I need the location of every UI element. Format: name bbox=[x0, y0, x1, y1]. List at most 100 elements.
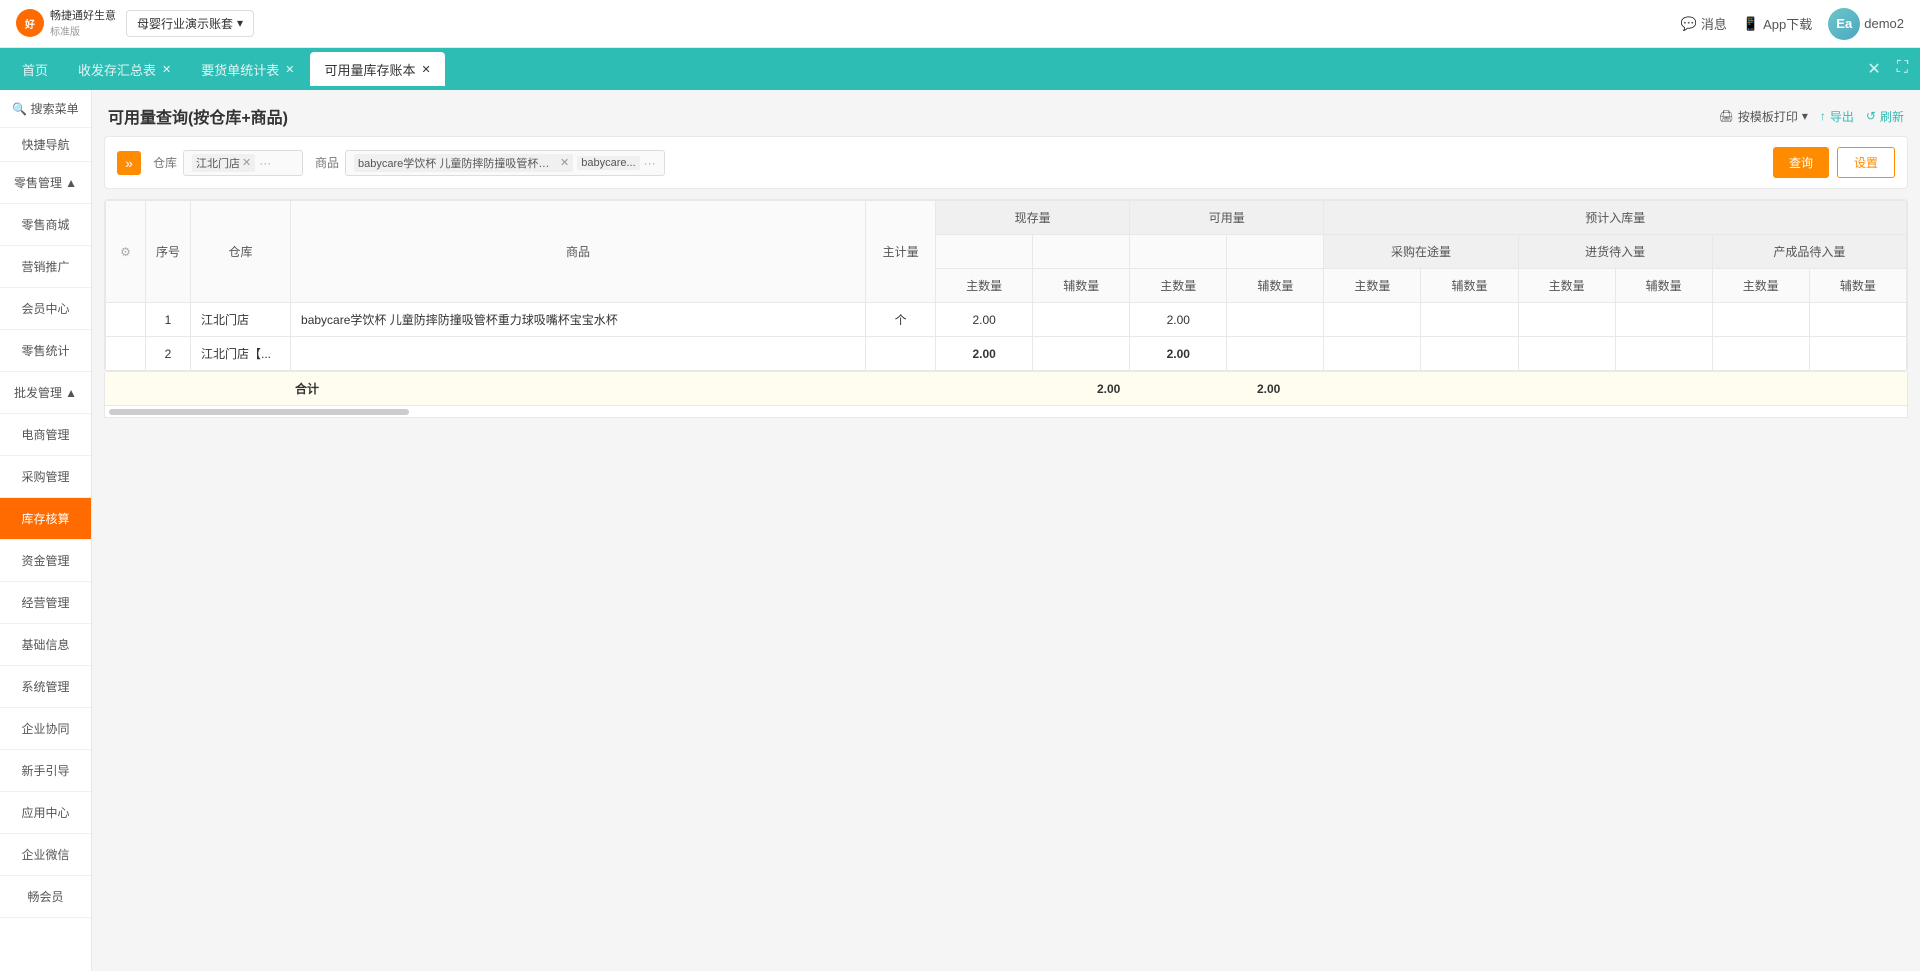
tab-fullscreen-btn[interactable]: ⛶ bbox=[1893, 55, 1912, 83]
filter-toggle-btn[interactable]: » bbox=[117, 151, 141, 175]
sidebar-item-member[interactable]: 会员中心 bbox=[0, 288, 91, 330]
tab-inventory[interactable]: 可用量库存账本 ✕ bbox=[310, 52, 444, 86]
th-warehouse-label: 仓库 bbox=[229, 245, 253, 259]
th-purchase-transit-group: 采购在途量 bbox=[1324, 235, 1518, 269]
tab-receive-close[interactable]: ✕ bbox=[162, 63, 171, 76]
warehouse-tag: 江北门店 ✕ bbox=[192, 154, 255, 172]
scroll-thumb[interactable] bbox=[109, 409, 409, 415]
summary-avail-main: 2.00 bbox=[1257, 382, 1337, 396]
table-settings-icon[interactable]: ⚙ bbox=[120, 245, 131, 259]
print-btn[interactable]: 🖨 按模板打印 ▾ bbox=[1719, 108, 1808, 125]
tab-close-all-btn[interactable]: ✕ bbox=[1863, 55, 1884, 83]
th-num-label: 序号 bbox=[156, 245, 180, 259]
sidebar-quick-nav-label: 快捷导航 bbox=[21, 138, 69, 152]
tab-receive[interactable]: 收发存汇总表 ✕ bbox=[64, 52, 185, 86]
sidebar-ecommerce-label: 电商管理 bbox=[21, 426, 69, 443]
summary-row: 合计 2.00 2.00 bbox=[104, 372, 1908, 406]
th-purchase-main: 主数量 bbox=[1324, 269, 1421, 303]
settings-button[interactable]: 设置 bbox=[1837, 147, 1895, 178]
tab-order-close[interactable]: ✕ bbox=[285, 63, 294, 76]
top-bar: 好 畅捷通好生意 标准版 母婴行业演示账套 ▾ 💬 消息 📱 App下载 Ea … bbox=[0, 0, 1920, 48]
tab-receive-label: 收发存汇总表 bbox=[78, 60, 156, 79]
tab-bar: 首页 收发存汇总表 ✕ 要货单统计表 ✕ 可用量库存账本 ✕ ✕ ⛶ bbox=[0, 48, 1920, 90]
goods-filter-more[interactable]: ··· bbox=[644, 156, 656, 170]
cell-goods-1: babycare学饮杯 儿童防摔防撞吸管杯重力球吸嘴杯宝宝水杯 bbox=[291, 303, 866, 337]
user-menu[interactable]: Ea demo2 bbox=[1828, 8, 1904, 40]
cell-stock-sub-2 bbox=[1033, 337, 1130, 371]
th-warehouse: 仓库 bbox=[191, 201, 291, 303]
sidebar: 🔍 搜索菜单 快捷导航 零售管理 ▲ 零售商城 营销推广 会员中心 零售统计 批… bbox=[0, 90, 92, 971]
th-avail-sub: 辅数量 bbox=[1227, 269, 1324, 303]
sidebar-item-ecommerce[interactable]: 电商管理 bbox=[0, 414, 91, 456]
th-goods-label: 商品 bbox=[566, 245, 590, 259]
sidebar-item-corp-wechat[interactable]: 企业微信 bbox=[0, 834, 91, 876]
sidebar-item-marketing[interactable]: 营销推广 bbox=[0, 246, 91, 288]
th-stock-sub-label: 辅数量 bbox=[1063, 279, 1099, 293]
sidebar-member-label: 会员中心 bbox=[21, 300, 69, 317]
cell-incoming-main-1 bbox=[1518, 303, 1615, 337]
chevron-icon: ▲ bbox=[65, 176, 77, 190]
mobile-icon: 📱 bbox=[1743, 16, 1759, 32]
th-incoming-wait-label: 进货待入量 bbox=[1585, 245, 1645, 259]
sidebar-item-retail-stats[interactable]: 零售统计 bbox=[0, 330, 91, 372]
sidebar-item-retail-mall[interactable]: 零售商城 bbox=[0, 204, 91, 246]
sidebar-item-operations[interactable]: 经营管理 bbox=[0, 582, 91, 624]
th-purchase-transit-label: 采购在途量 bbox=[1391, 245, 1451, 259]
query-button[interactable]: 查询 bbox=[1773, 147, 1829, 178]
sidebar-search[interactable]: 🔍 搜索菜单 bbox=[0, 90, 91, 128]
sidebar-item-wholesale[interactable]: 批发管理 ▲ bbox=[0, 372, 91, 414]
sidebar-item-newbie[interactable]: 新手引导 bbox=[0, 750, 91, 792]
chevron-down-icon: ▾ bbox=[237, 16, 243, 30]
sidebar-system-label: 系统管理 bbox=[21, 678, 69, 695]
cell-num-2: 2 bbox=[146, 337, 191, 371]
th-avail-sub-group bbox=[1130, 235, 1227, 269]
sidebar-item-retail-mgmt[interactable]: 零售管理 ▲ bbox=[0, 162, 91, 204]
sidebar-item-basic-info[interactable]: 基础信息 bbox=[0, 624, 91, 666]
tab-home[interactable]: 首页 bbox=[8, 52, 62, 86]
tab-home-label: 首页 bbox=[22, 60, 48, 79]
sidebar-item-system[interactable]: 系统管理 bbox=[0, 666, 91, 708]
warehouse-tag-close[interactable]: ✕ bbox=[242, 156, 251, 169]
content-area: 可用量查询(按仓库+商品) 🖨 按模板打印 ▾ ↑ 导出 ↺ 刷新 » bbox=[92, 90, 1920, 971]
cell-unit-1: 个 bbox=[866, 303, 936, 337]
goods-filter-value[interactable]: babycare学饮杯 儿童防摔防撞吸管杯重力球吸嘴杯宝宝水杯 ✕ babyca… bbox=[345, 150, 665, 176]
export-btn[interactable]: ↑ 导出 bbox=[1820, 108, 1854, 125]
sidebar-item-app-center[interactable]: 应用中心 bbox=[0, 792, 91, 834]
sidebar-item-finance[interactable]: 资金管理 bbox=[0, 540, 91, 582]
avatar: Ea bbox=[1828, 8, 1860, 40]
goods-tag-1-text: babycare学饮杯 儿童防摔防撞吸管杯重力球吸嘴杯宝宝水杯 bbox=[358, 155, 558, 171]
sidebar-item-purchase[interactable]: 采购管理 bbox=[0, 456, 91, 498]
warehouse-filter-value[interactable]: 江北门店 ✕ ··· bbox=[183, 150, 303, 176]
sidebar-wholesale-label: 批发管理 ▲ bbox=[14, 384, 77, 401]
cell-stock-main-2: 2.00 bbox=[936, 337, 1033, 371]
table-row: 2 江北门店【... 2.00 2.00 bbox=[106, 337, 1907, 371]
sidebar-item-vip[interactable]: 畅会员 bbox=[0, 876, 91, 918]
search-icon: 🔍 bbox=[12, 102, 27, 116]
tab-order[interactable]: 要货单统计表 ✕ bbox=[187, 52, 308, 86]
sidebar-item-inventory-check[interactable]: 库存核算 bbox=[0, 498, 91, 540]
sidebar-inventory-label: 库存核算 bbox=[21, 510, 69, 527]
cell-stock-main-1: 2.00 bbox=[936, 303, 1033, 337]
sidebar-finance-label: 资金管理 bbox=[21, 552, 69, 569]
warehouse-filter: 仓库 江北门店 ✕ ··· bbox=[153, 150, 303, 176]
cell-avail-main-2: 2.00 bbox=[1130, 337, 1227, 371]
sidebar-purchase-label: 采购管理 bbox=[21, 468, 69, 485]
sidebar-retail-mgmt-label: 零售管理 ▲ bbox=[14, 174, 77, 191]
industry-select[interactable]: 母婴行业演示账套 ▾ bbox=[126, 10, 254, 37]
message-btn[interactable]: 💬 消息 bbox=[1681, 14, 1727, 33]
tab-inventory-close[interactable]: ✕ bbox=[422, 63, 431, 76]
cell-incoming-sub-2 bbox=[1615, 337, 1712, 371]
sidebar-quick-nav[interactable]: 快捷导航 bbox=[0, 128, 91, 162]
goods-tag-1-close[interactable]: ✕ bbox=[560, 156, 569, 169]
warehouse-tag-text: 江北门店 bbox=[196, 155, 240, 171]
warehouse-filter-more[interactable]: ··· bbox=[259, 156, 271, 170]
cell-settings-1 bbox=[106, 303, 146, 337]
sidebar-item-enterprise[interactable]: 企业协同 bbox=[0, 708, 91, 750]
cell-unit-2 bbox=[866, 337, 936, 371]
sidebar-basic-info-label: 基础信息 bbox=[21, 636, 69, 653]
logo-area: 好 畅捷通好生意 标准版 bbox=[16, 9, 116, 38]
message-icon: 💬 bbox=[1681, 16, 1697, 32]
refresh-btn[interactable]: ↺ 刷新 bbox=[1866, 108, 1904, 125]
app-download-btn[interactable]: 📱 App下载 bbox=[1743, 14, 1812, 33]
scroll-bar-container[interactable] bbox=[104, 406, 1908, 418]
